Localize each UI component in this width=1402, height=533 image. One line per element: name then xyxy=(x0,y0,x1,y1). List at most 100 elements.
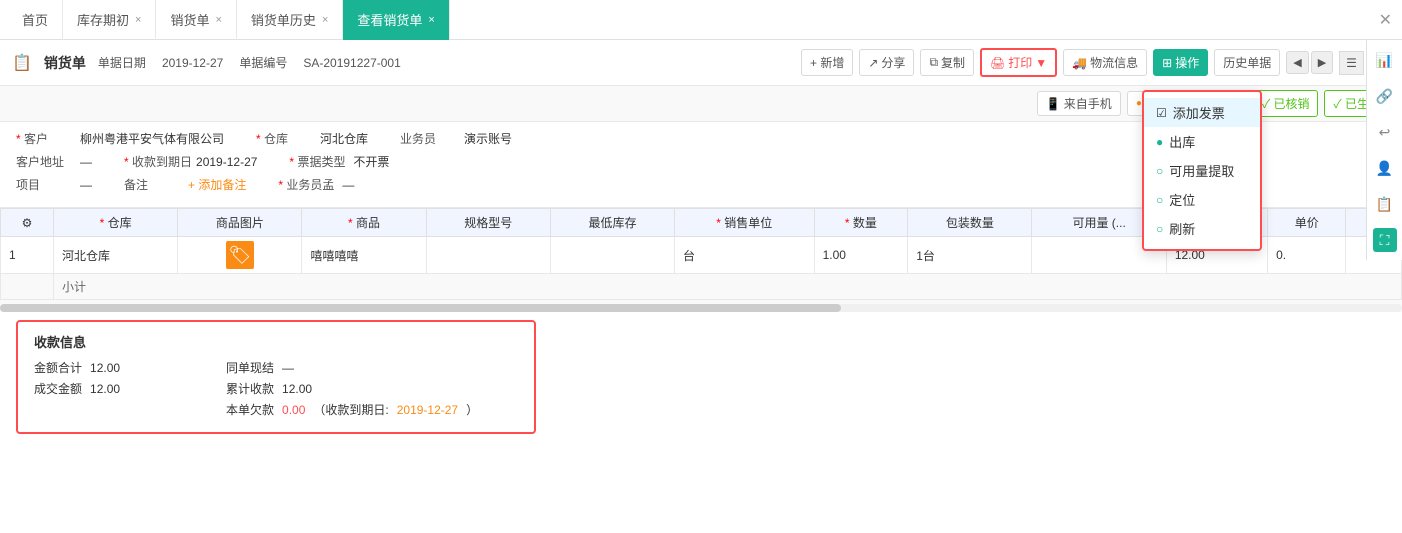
doc-type-label: 销货单 xyxy=(44,53,86,73)
next-button[interactable]: ▶ xyxy=(1311,51,1333,74)
cell-spec xyxy=(426,237,550,274)
cell-pkg-qty: 1台 xyxy=(908,237,1032,274)
logistics-icon: 🚚 xyxy=(1072,56,1087,70)
col-price: 单价 xyxy=(1268,209,1346,237)
tab-inventory[interactable]: 库存期初 × xyxy=(63,0,156,40)
list-view-button[interactable]: ☰ xyxy=(1339,51,1364,75)
payment-date-value: 2019-12-27 xyxy=(196,155,257,169)
cumulative-label: 累计收款 xyxy=(226,380,274,397)
col-settings: ⚙ xyxy=(1,209,54,237)
tab-sales[interactable]: 销货单 × xyxy=(156,0,236,40)
date-label: 单据日期 xyxy=(98,54,146,71)
radio-selected-icon: ● xyxy=(1156,135,1163,149)
salesperson-field: 业务员 演示账号 xyxy=(400,130,512,147)
project-value: — xyxy=(80,178,92,192)
ticket-type-field: 票据类型 不开票 xyxy=(289,153,389,170)
radio-icon: ○ xyxy=(1156,164,1163,178)
cell-image: 🏷 xyxy=(178,237,302,274)
tab-sales-close[interactable]: × xyxy=(215,14,221,26)
radio-icon-2: ○ xyxy=(1156,193,1163,207)
due-note: （收款到期日: xyxy=(313,401,388,418)
tab-inventory-close[interactable]: × xyxy=(135,14,141,26)
radio-icon-3: ○ xyxy=(1156,222,1163,236)
share-button[interactable]: ↗ 分享 xyxy=(859,49,914,76)
col-unit: 销售单位 xyxy=(675,209,815,237)
ticket-type-value: 不开票 xyxy=(353,153,389,170)
from-phone-button[interactable]: 📱 来自手机 xyxy=(1037,91,1121,116)
this-due-item: 本单欠款 0.00 （收款到期日: 2019-12-27 ） xyxy=(226,401,478,418)
dropdown-locate[interactable]: ○ 定位 xyxy=(1144,185,1260,214)
doc-meta: 单据日期 2019-12-27 单据编号 SA-20191227-001 xyxy=(98,54,401,71)
sidebar-icon-doc[interactable]: 📋 xyxy=(1373,192,1397,216)
tab-sales-history-close[interactable]: × xyxy=(322,14,328,26)
customer-label: 客户 xyxy=(16,130,76,147)
dropdown-add-invoice[interactable]: ☑ 添加发票 xyxy=(1144,98,1260,127)
col-product: 商品 xyxy=(302,209,426,237)
deal-item: 成交金额 12.00 xyxy=(34,380,194,397)
print-icon: 🖨 xyxy=(990,56,1005,70)
dropdown-available-extract[interactable]: ○ 可用量提取 xyxy=(1144,156,1260,185)
tab-view-sales[interactable]: 查看销货单 × xyxy=(343,0,449,40)
same-order-value: — xyxy=(282,361,294,375)
doc-header: 📋 销货单 单据日期 2019-12-27 单据编号 SA-20191227-0… xyxy=(0,40,1402,86)
already-voided-button[interactable]: ✓ 已核销 xyxy=(1253,90,1319,117)
cell-seq: 1 xyxy=(1,237,54,274)
cell-price: 0. xyxy=(1268,237,1346,274)
warehouse-label: 仓库 xyxy=(256,130,316,147)
sidebar-icon-link[interactable]: 🔗 xyxy=(1373,84,1397,108)
dropdown-refresh[interactable]: ○ 刷新 xyxy=(1144,214,1260,243)
dropdown-outbound[interactable]: ● 出库 xyxy=(1144,127,1260,156)
salesperson2-label: 业务员孟 xyxy=(278,176,338,193)
ops-grid-icon: ⊞ xyxy=(1162,56,1172,70)
history-button[interactable]: 历史单据 xyxy=(1214,49,1280,76)
total-item: 金额合计 12.00 xyxy=(34,359,194,376)
logistics-button[interactable]: 🚚 物流信息 xyxy=(1063,49,1147,76)
project-label: 项目 xyxy=(16,176,76,193)
copy-button[interactable]: ⧉ 复制 xyxy=(920,49,974,76)
payment-info-box: 收款信息 金额合计 12.00 同单现结 — 成交金额 12.00 累计收款 1… xyxy=(16,320,536,434)
window-close-button[interactable]: ✕ xyxy=(1379,10,1392,30)
ops-dropdown: ☑ 添加发票 ● 出库 ○ 可用量提取 ○ 定位 ○ 刷新 xyxy=(1142,90,1262,251)
ops-button[interactable]: ⊞ 操作 xyxy=(1153,49,1208,76)
doc-icon: 📋 xyxy=(12,53,32,73)
col-image: 商品图片 xyxy=(178,209,302,237)
sidebar-icon-chart[interactable]: 📊 xyxy=(1373,48,1397,72)
tab-home[interactable]: 首页 xyxy=(8,0,63,40)
tab-bar: 首页 库存期初 × 销货单 × 销货单历史 × 查看销货单 × ✕ xyxy=(0,0,1402,40)
customer-value: 柳州粤港平安气体有限公司 xyxy=(80,130,224,147)
address-value: — xyxy=(80,155,92,169)
doc-actions: + 新增 ↗ 分享 ⧉ 复制 🖨 打印 ▼ 🚚 物流信息 ⊞ 操作 xyxy=(801,48,1390,77)
print-button[interactable]: 🖨 打印 ▼ xyxy=(980,48,1057,77)
warehouse-value: 河北仓库 xyxy=(320,130,368,147)
payment-title: 收款信息 xyxy=(34,332,518,351)
add-remark-button[interactable]: + 添加备注 xyxy=(188,176,246,193)
customer-field: 客户 柳州粤港平安气体有限公司 xyxy=(16,130,224,147)
sidebar-icon-undo[interactable]: ↩ xyxy=(1373,120,1397,144)
ticket-type-label: 票据类型 xyxy=(289,153,349,170)
subtotal-cells: 小计 xyxy=(54,274,1402,300)
payment-date-field: 收款到期日 2019-12-27 xyxy=(124,153,257,170)
remark-label: 备注 xyxy=(124,176,184,193)
new-button[interactable]: + 新增 xyxy=(801,49,853,76)
warehouse-field: 仓库 河北仓库 xyxy=(256,130,368,147)
col-pkg-qty: 包装数量 xyxy=(908,209,1032,237)
doc-title-area: 📋 销货单 单据日期 2019-12-27 单据编号 SA-20191227-0… xyxy=(12,53,801,73)
phone-icon: 📱 xyxy=(1046,97,1061,111)
prev-button[interactable]: ◀ xyxy=(1286,51,1308,74)
col-spec: 规格型号 xyxy=(426,209,550,237)
due-note-end: ） xyxy=(466,401,478,418)
address-field: 客户地址 — xyxy=(16,153,92,170)
salesperson2-field: 业务员孟 — xyxy=(278,176,354,193)
sidebar-icon-expand[interactable]: ⛶ xyxy=(1373,228,1397,252)
right-sidebar: 📊 🔗 ↩ 👤 📋 ⛶ xyxy=(1366,40,1402,260)
cell-product: 嘻嘻嘻嘻 xyxy=(302,237,426,274)
salesperson-value: 演示账号 xyxy=(464,130,512,147)
due-date: 2019-12-27 xyxy=(397,403,458,417)
tab-view-sales-close[interactable]: × xyxy=(428,14,434,26)
cell-unit: 台 xyxy=(675,237,815,274)
tab-sales-history[interactable]: 销货单历史 × xyxy=(237,0,343,40)
sidebar-icon-user[interactable]: 👤 xyxy=(1373,156,1397,180)
date-value: 2019-12-27 xyxy=(162,56,223,70)
number-value: SA-20191227-001 xyxy=(303,56,400,70)
this-due-label: 本单欠款 xyxy=(226,401,274,418)
